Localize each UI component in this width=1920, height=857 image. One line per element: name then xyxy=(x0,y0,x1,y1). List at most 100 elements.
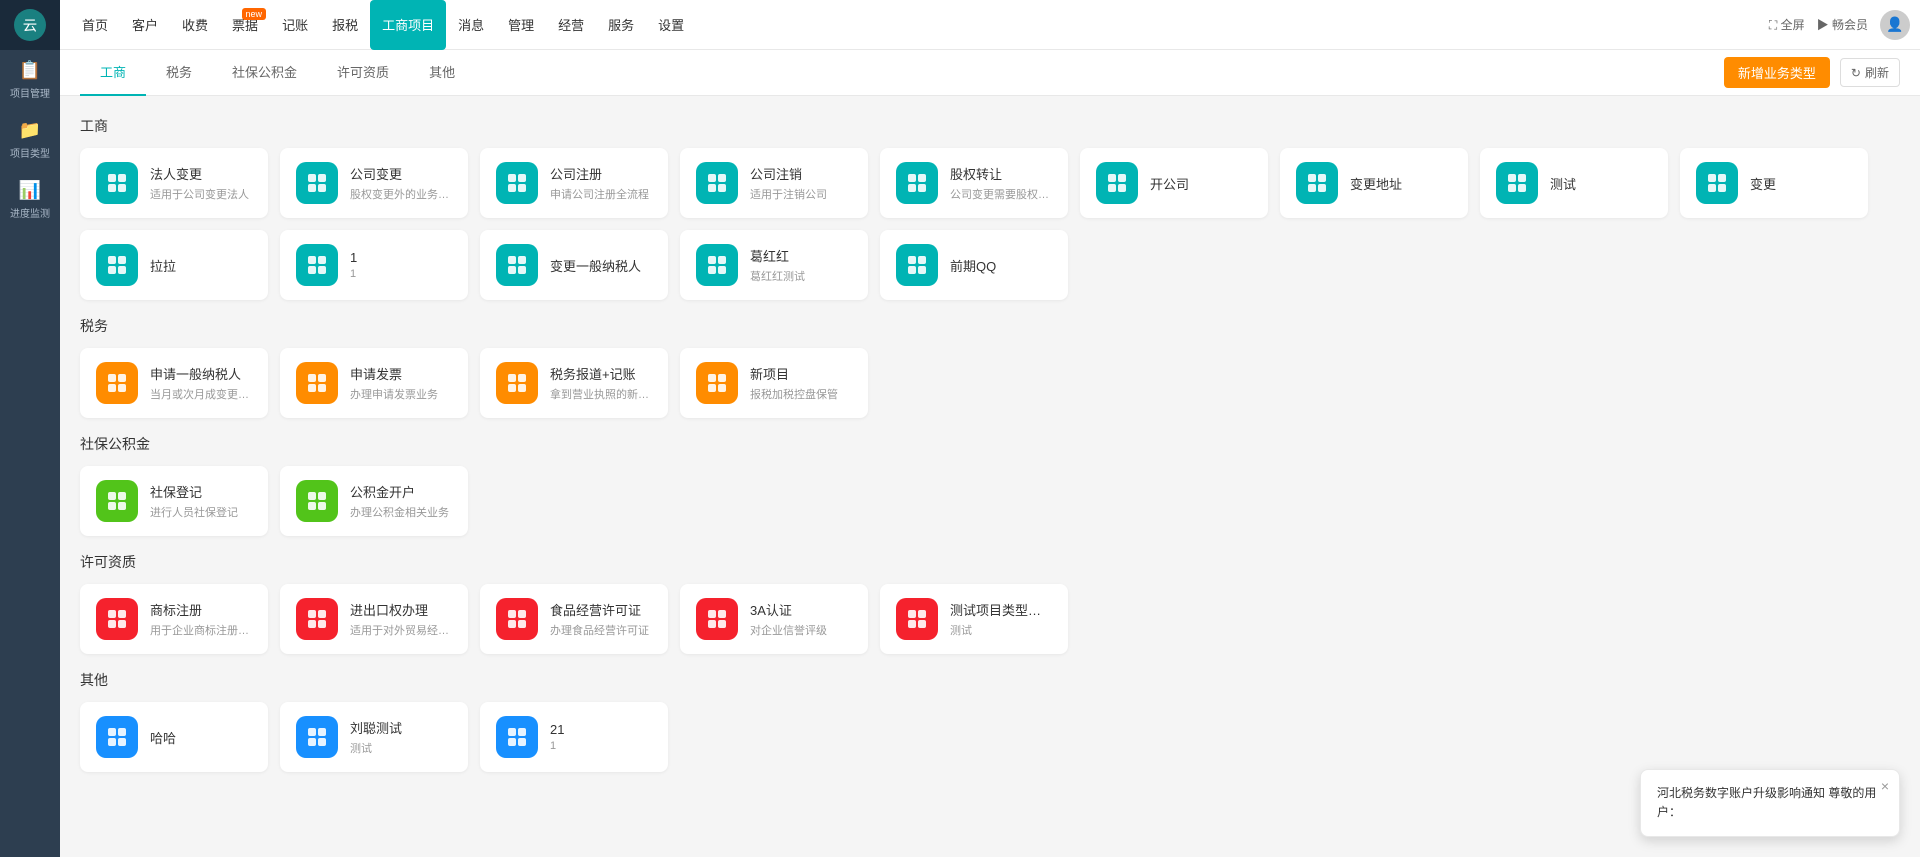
card-desc-0-0: 适用于公司变更法人 xyxy=(150,186,252,202)
card-info-0-11: 变更一般纳税人 xyxy=(550,256,652,275)
card-0-13[interactable]: 前期QQ xyxy=(880,230,1068,300)
card-icon-0-9 xyxy=(96,244,138,286)
card-0-10[interactable]: 1 1 xyxy=(280,230,468,300)
card-1-2[interactable]: 税务报道+记账 拿到营业执照的新公司 xyxy=(480,348,668,418)
sidebar-nav-icon-2: 📊 xyxy=(19,180,41,201)
cards-grid-4: 哈哈 刘聪测试 测试 21 1 xyxy=(80,702,1900,772)
card-3-0[interactable]: 商标注册 用于企业商标注册服务 xyxy=(80,584,268,654)
card-icon-2-0 xyxy=(96,480,138,522)
card-title-4-2: 21 xyxy=(550,722,652,737)
card-4-2[interactable]: 21 1 xyxy=(480,702,668,772)
topnav-item-管理[interactable]: 管理 xyxy=(496,0,546,50)
topnav-item-记账[interactable]: 记账 xyxy=(270,0,320,50)
card-info-1-1: 申请发票 办理申请发票业务 xyxy=(350,364,452,402)
tab-其他[interactable]: 其他 xyxy=(409,50,475,96)
card-3-4[interactable]: 测试项目类型自定义 测试 xyxy=(880,584,1068,654)
card-0-8[interactable]: 变更 xyxy=(1680,148,1868,218)
sidebar-nav-icon-0: 📋 xyxy=(19,60,41,81)
card-desc-0-3: 适用于注销公司 xyxy=(750,186,852,202)
card-0-6[interactable]: 变更地址 xyxy=(1280,148,1468,218)
card-0-4[interactable]: 股权转让 公司变更需要股权转让 xyxy=(880,148,1068,218)
tab-社保公积金[interactable]: 社保公积金 xyxy=(212,50,317,96)
card-title-3-0: 商标注册 xyxy=(150,600,252,619)
card-icon-4-1 xyxy=(296,716,338,758)
card-2-1[interactable]: 公积金开户 办理公积金相关业务 xyxy=(280,466,468,536)
card-1-1[interactable]: 申请发票 办理申请发票业务 xyxy=(280,348,468,418)
card-0-9[interactable]: 拉拉 xyxy=(80,230,268,300)
notification-close-button[interactable]: × xyxy=(1881,778,1889,794)
tab-工商[interactable]: 工商 xyxy=(80,50,146,96)
topnav-item-客户[interactable]: 客户 xyxy=(120,0,170,50)
card-desc-2-0: 进行人员社保登记 xyxy=(150,504,252,520)
card-icon-1-2 xyxy=(496,362,538,404)
card-0-1[interactable]: 公司变更 股权变更外的业务变更 xyxy=(280,148,468,218)
card-2-0[interactable]: 社保登记 进行人员社保登记 xyxy=(80,466,268,536)
topnav-item-收费[interactable]: 收费 xyxy=(170,0,220,50)
card-3-1[interactable]: 进出口权办理 适用于对外贸易经营者 xyxy=(280,584,468,654)
card-info-0-9: 拉拉 xyxy=(150,256,252,275)
card-title-3-2: 食品经营许可证 xyxy=(550,600,652,619)
sidebar-item-1[interactable]: 📁项目类型 xyxy=(10,110,50,170)
card-desc-3-3: 对企业信誉评级 xyxy=(750,622,852,638)
card-0-0[interactable]: 法人变更 适用于公司变更法人 xyxy=(80,148,268,218)
card-desc-0-12: 葛红红测试 xyxy=(750,268,852,284)
member-button[interactable]: ▶ 畅会员 xyxy=(1817,16,1868,33)
card-0-2[interactable]: 公司注册 申请公司注册全流程 xyxy=(480,148,668,218)
topnav-item-票据[interactable]: 票据new xyxy=(220,0,270,50)
topnav-item-报税[interactable]: 报税 xyxy=(320,0,370,50)
card-3-3[interactable]: 3A认证 对企业信誉评级 xyxy=(680,584,868,654)
card-0-3[interactable]: 公司注销 适用于注销公司 xyxy=(680,148,868,218)
card-icon-3-4 xyxy=(896,598,938,640)
card-desc-3-2: 办理食品经营许可证 xyxy=(550,622,652,638)
card-icon-0-10 xyxy=(296,244,338,286)
section-title-3: 许可资质 xyxy=(80,552,1900,572)
refresh-button[interactable]: ↻ 刷新 xyxy=(1840,58,1900,87)
topnav-item-首页[interactable]: 首页 xyxy=(70,0,120,50)
topnav-item-消息[interactable]: 消息 xyxy=(446,0,496,50)
tabs-right: 新增业务类型 ↻ 刷新 xyxy=(1724,57,1900,88)
topnav-item-经营[interactable]: 经营 xyxy=(546,0,596,50)
card-info-0-8: 变更 xyxy=(1750,174,1852,193)
card-desc-1-2: 拿到营业执照的新公司 xyxy=(550,386,652,402)
card-title-2-1: 公积金开户 xyxy=(350,482,452,501)
card-icon-0-11 xyxy=(496,244,538,286)
sidebar-item-2[interactable]: 📊进度监测 xyxy=(10,170,50,230)
topnav-right: ⛶ 全屏 ▶ 畅会员 👤 xyxy=(1769,10,1910,40)
card-0-12[interactable]: 葛红红 葛红红测试 xyxy=(680,230,868,300)
card-info-0-13: 前期QQ xyxy=(950,256,1052,275)
svg-text:云: 云 xyxy=(23,19,37,35)
sidebar-nav-label-1: 项目类型 xyxy=(10,145,50,160)
card-info-3-2: 食品经营许可证 办理食品经营许可证 xyxy=(550,600,652,638)
card-1-3[interactable]: 新项目 报税加税控盘保管 xyxy=(680,348,868,418)
avatar[interactable]: 👤 xyxy=(1880,10,1910,40)
card-info-3-3: 3A认证 对企业信誉评级 xyxy=(750,600,852,638)
card-info-0-12: 葛红红 葛红红测试 xyxy=(750,246,852,284)
card-icon-3-1 xyxy=(296,598,338,640)
fullscreen-button[interactable]: ⛶ 全屏 xyxy=(1769,16,1805,33)
sidebar-item-0[interactable]: 📋 项目管理 xyxy=(10,50,50,110)
card-4-1[interactable]: 刘聪测试 测试 xyxy=(280,702,468,772)
card-desc-0-10: 1 xyxy=(350,268,452,280)
card-0-7[interactable]: 测试 xyxy=(1480,148,1668,218)
card-info-3-0: 商标注册 用于企业商标注册服务 xyxy=(150,600,252,638)
card-icon-0-4 xyxy=(896,162,938,204)
card-0-11[interactable]: 变更一般纳税人 xyxy=(480,230,668,300)
tab-税务[interactable]: 税务 xyxy=(146,50,212,96)
card-info-0-10: 1 1 xyxy=(350,250,452,280)
card-title-0-8: 变更 xyxy=(1750,174,1852,193)
card-3-2[interactable]: 食品经营许可证 办理食品经营许可证 xyxy=(480,584,668,654)
topnav-item-工商项目[interactable]: 工商项目 xyxy=(370,0,446,50)
card-title-1-3: 新项目 xyxy=(750,364,852,383)
tab-许可资质[interactable]: 许可资质 xyxy=(317,50,409,96)
sidebar-logo: 云 xyxy=(0,0,60,50)
cards-grid-3: 商标注册 用于企业商标注册服务 进出口权办理 适用于对外贸易经营者 食品经营许可… xyxy=(80,584,1900,654)
sidebar-nav-label-0: 项目管理 xyxy=(10,85,50,100)
topnav-item-服务[interactable]: 服务 xyxy=(596,0,646,50)
card-1-0[interactable]: 申请一般纳税人 当月或次月成变更完成 xyxy=(80,348,268,418)
card-4-0[interactable]: 哈哈 xyxy=(80,702,268,772)
cards-grid-0: 法人变更 适用于公司变更法人 公司变更 股权变更外的业务变更 公司注册 申请公司… xyxy=(80,148,1900,300)
sidebar: 云 📋 项目管理 📁项目类型📊进度监测 xyxy=(0,0,60,857)
topnav-item-设置[interactable]: 设置 xyxy=(646,0,696,50)
new-business-type-button[interactable]: 新增业务类型 xyxy=(1724,57,1830,88)
card-0-5[interactable]: 开公司 xyxy=(1080,148,1268,218)
